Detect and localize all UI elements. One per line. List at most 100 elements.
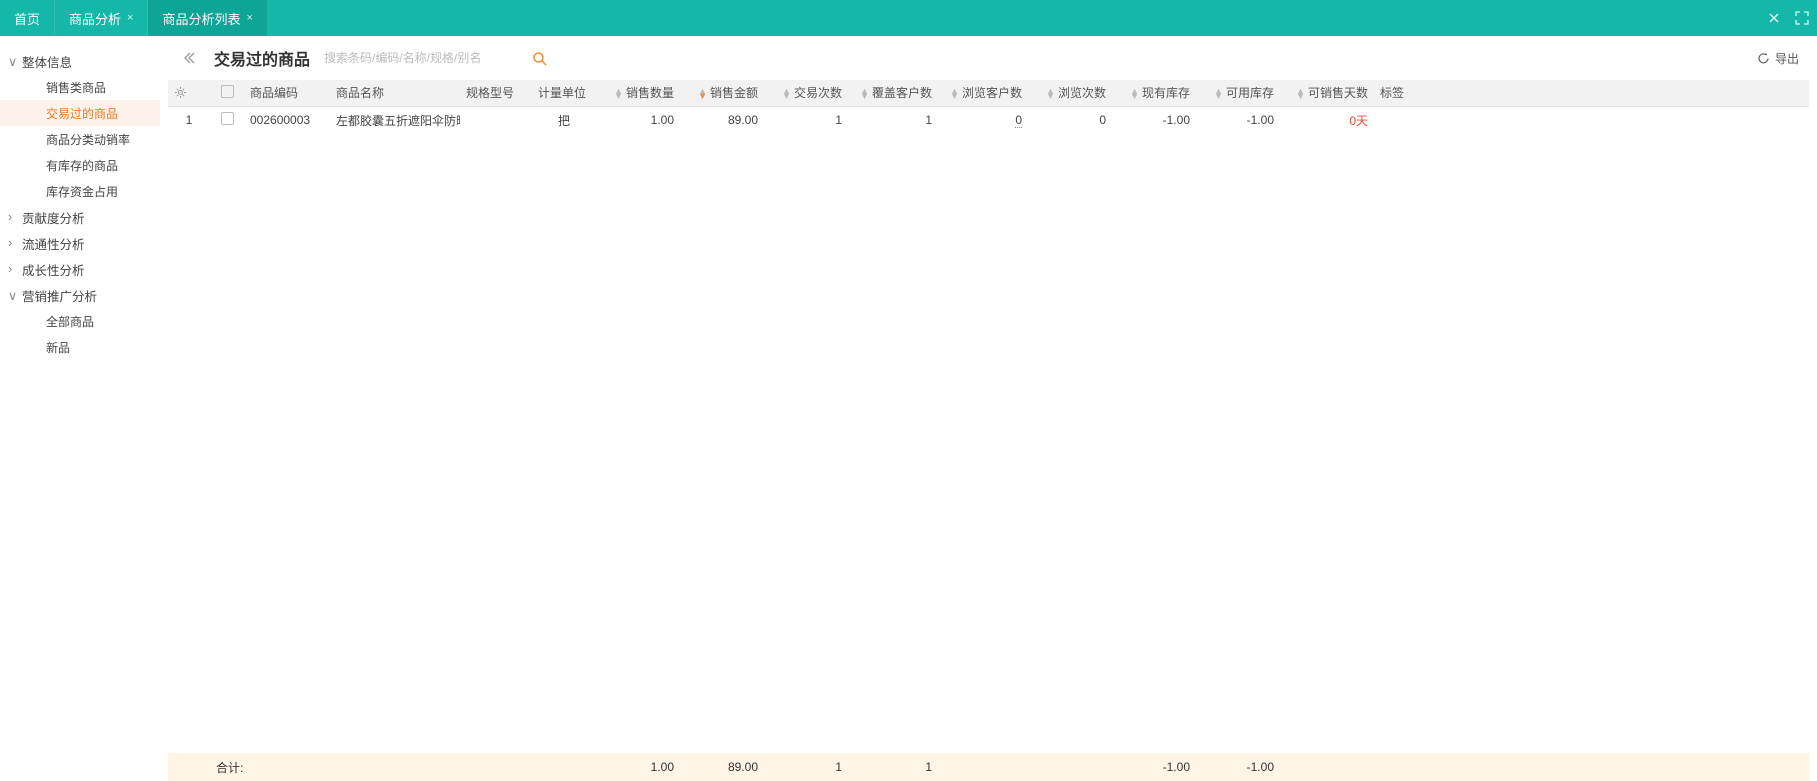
column-amount[interactable]: ▲▼销售金额 — [680, 80, 764, 106]
sidebar-group-label: 流通性分析 — [22, 234, 85, 253]
cell-trade-count: 1 — [764, 106, 848, 134]
totals-table: 合计: 1.00 89.00 1 1 -1.00 -1.00 — [168, 753, 1809, 781]
sidebar-item-category-turnover[interactable]: 商品分类动销率 — [0, 126, 160, 152]
chevron-down-icon: ∨ — [8, 54, 20, 69]
cell-tags — [1374, 106, 1809, 134]
topbar-actions — [1767, 0, 1817, 36]
table-header-row: 商品编码 商品名称 规格型号 计量单位 ▲▼销售数量 ▲▼销售金额 ▲▼交易次数… — [168, 80, 1809, 106]
column-qty[interactable]: ▲▼销售数量 — [596, 80, 680, 106]
cell-index: 1 — [168, 106, 210, 134]
row-checkbox[interactable] — [221, 112, 234, 125]
cell-stock-avail: -1.00 — [1196, 106, 1280, 134]
cell-stock-now: -1.00 — [1112, 106, 1196, 134]
sidebar-item-in-stock-products[interactable]: 有库存的商品 — [0, 152, 160, 178]
table-row[interactable]: 1 002600003 左都胶囊五折遮阳伞防晒伞; 把 1.00 89.00 1… — [168, 106, 1809, 134]
totals-amount: 89.00 — [680, 753, 764, 781]
search-input[interactable] — [324, 47, 524, 69]
cell-code: 002600003 — [244, 106, 330, 134]
tab-product-analysis[interactable]: 商品分析 × — [55, 0, 148, 36]
chevron-down-icon: ∨ — [8, 288, 20, 303]
column-spec[interactable]: 规格型号 — [460, 80, 532, 106]
tab-label: 商品分析列表 — [162, 9, 240, 28]
cell-checkbox[interactable] — [210, 106, 244, 134]
sidebar-item-label: 全部商品 — [46, 313, 94, 330]
sidebar-group-label: 成长性分析 — [22, 260, 85, 279]
column-stock-avail[interactable]: ▲▼可用库存 — [1196, 80, 1280, 106]
sidebar-group-circulation[interactable]: › 流通性分析 — [0, 230, 160, 256]
sidebar-item-new-products[interactable]: 新品 — [0, 334, 160, 360]
tab-product-analysis-list[interactable]: 商品分析列表 × — [148, 0, 267, 36]
sidebar-item-stock-capital[interactable]: 库存资金占用 — [0, 178, 160, 204]
content-area: 交易过的商品 导出 — [160, 36, 1817, 781]
search-box — [324, 47, 547, 69]
column-view-customers[interactable]: ▲▼浏览客户数 — [938, 80, 1028, 106]
column-gear[interactable] — [168, 80, 210, 106]
fullscreen-icon[interactable] — [1795, 11, 1809, 25]
top-tab-bar: 首页 商品分析 × 商品分析列表 × — [0, 0, 1817, 36]
totals-customers: 1 — [848, 753, 938, 781]
export-label: 导出 — [1775, 50, 1799, 67]
cell-spec — [460, 106, 532, 134]
column-customers[interactable]: ▲▼覆盖客户数 — [848, 80, 938, 106]
sidebar-group-label: 贡献度分析 — [22, 208, 85, 227]
column-trade-count[interactable]: ▲▼交易次数 — [764, 80, 848, 106]
column-view-count[interactable]: ▲▼浏览次数 — [1028, 80, 1112, 106]
content-header: 交易过的商品 导出 — [160, 36, 1817, 80]
sidebar-item-label: 有库存的商品 — [46, 157, 118, 174]
totals-stock-avail: -1.00 — [1196, 753, 1280, 781]
chevron-right-icon: › — [8, 210, 20, 224]
cell-view-count: 0 — [1028, 106, 1112, 134]
close-icon[interactable]: × — [127, 12, 133, 24]
checkbox-all[interactable] — [221, 85, 234, 98]
sidebar-item-label: 销售类商品 — [46, 79, 106, 96]
sidebar-item-label: 新品 — [46, 339, 70, 356]
sidebar-group-contribution[interactable]: › 贡献度分析 — [0, 204, 160, 230]
sidebar-group-label: 营销推广分析 — [22, 286, 97, 305]
totals-qty: 1.00 — [596, 753, 680, 781]
cell-view-customers[interactable]: 0 — [938, 106, 1028, 134]
tab-home[interactable]: 首页 — [0, 0, 55, 36]
export-button[interactable]: 导出 — [1757, 50, 1799, 67]
column-checkbox[interactable] — [210, 80, 244, 106]
product-table: 商品编码 商品名称 规格型号 计量单位 ▲▼销售数量 ▲▼销售金额 ▲▼交易次数… — [168, 80, 1809, 134]
column-name[interactable]: 商品名称 — [330, 80, 460, 106]
cell-sell-days: 0天 — [1280, 106, 1374, 134]
column-tags[interactable]: 标签 — [1374, 80, 1809, 106]
totals-row: 合计: 1.00 89.00 1 1 -1.00 -1.00 — [168, 753, 1809, 781]
sidebar-group-overview[interactable]: ∨ 整体信息 — [0, 48, 160, 74]
sidebar: ∨ 整体信息 销售类商品 交易过的商品 商品分类动销率 有库存的商品 库存资金占… — [0, 36, 160, 781]
column-unit[interactable]: 计量单位 — [532, 80, 596, 106]
sidebar-item-all-products[interactable]: 全部商品 — [0, 308, 160, 334]
chevron-right-icon: › — [8, 262, 20, 276]
column-stock-now[interactable]: ▲▼现有库存 — [1112, 80, 1196, 106]
totals-label: 合计: — [210, 753, 330, 781]
sidebar-group-marketing[interactable]: ∨ 营销推广分析 — [0, 282, 160, 308]
sidebar-item-traded-products[interactable]: 交易过的商品 — [0, 100, 160, 126]
page-title: 交易过的商品 — [214, 46, 310, 70]
cell-amount: 89.00 — [680, 106, 764, 134]
search-icon[interactable] — [532, 51, 547, 66]
tab-label: 商品分析 — [69, 9, 121, 28]
cell-customers: 1 — [848, 106, 938, 134]
sidebar-group-label: 整体信息 — [22, 52, 72, 71]
gear-icon — [174, 86, 204, 99]
tab-label: 首页 — [14, 9, 40, 28]
cell-qty: 1.00 — [596, 106, 680, 134]
collapse-sidebar-button[interactable] — [178, 47, 200, 69]
totals-stock-now: -1.00 — [1112, 753, 1196, 781]
totals-trade-count: 1 — [764, 753, 848, 781]
sidebar-group-growth[interactable]: › 成长性分析 — [0, 256, 160, 282]
refresh-icon — [1757, 52, 1770, 65]
cell-name: 左都胶囊五折遮阳伞防晒伞; — [330, 106, 460, 134]
sidebar-item-sales-products[interactable]: 销售类商品 — [0, 74, 160, 100]
close-icon[interactable]: × — [246, 12, 252, 24]
sidebar-item-label: 交易过的商品 — [46, 105, 118, 122]
close-all-icon[interactable] — [1767, 11, 1781, 25]
sidebar-item-label: 库存资金占用 — [46, 183, 118, 200]
chevron-right-icon: › — [8, 236, 20, 250]
cell-unit: 把 — [532, 106, 596, 134]
column-sell-days[interactable]: ▲▼可销售天数 — [1280, 80, 1374, 106]
sidebar-item-label: 商品分类动销率 — [46, 131, 130, 148]
table-area: 商品编码 商品名称 规格型号 计量单位 ▲▼销售数量 ▲▼销售金额 ▲▼交易次数… — [160, 80, 1817, 781]
column-code[interactable]: 商品编码 — [244, 80, 330, 106]
